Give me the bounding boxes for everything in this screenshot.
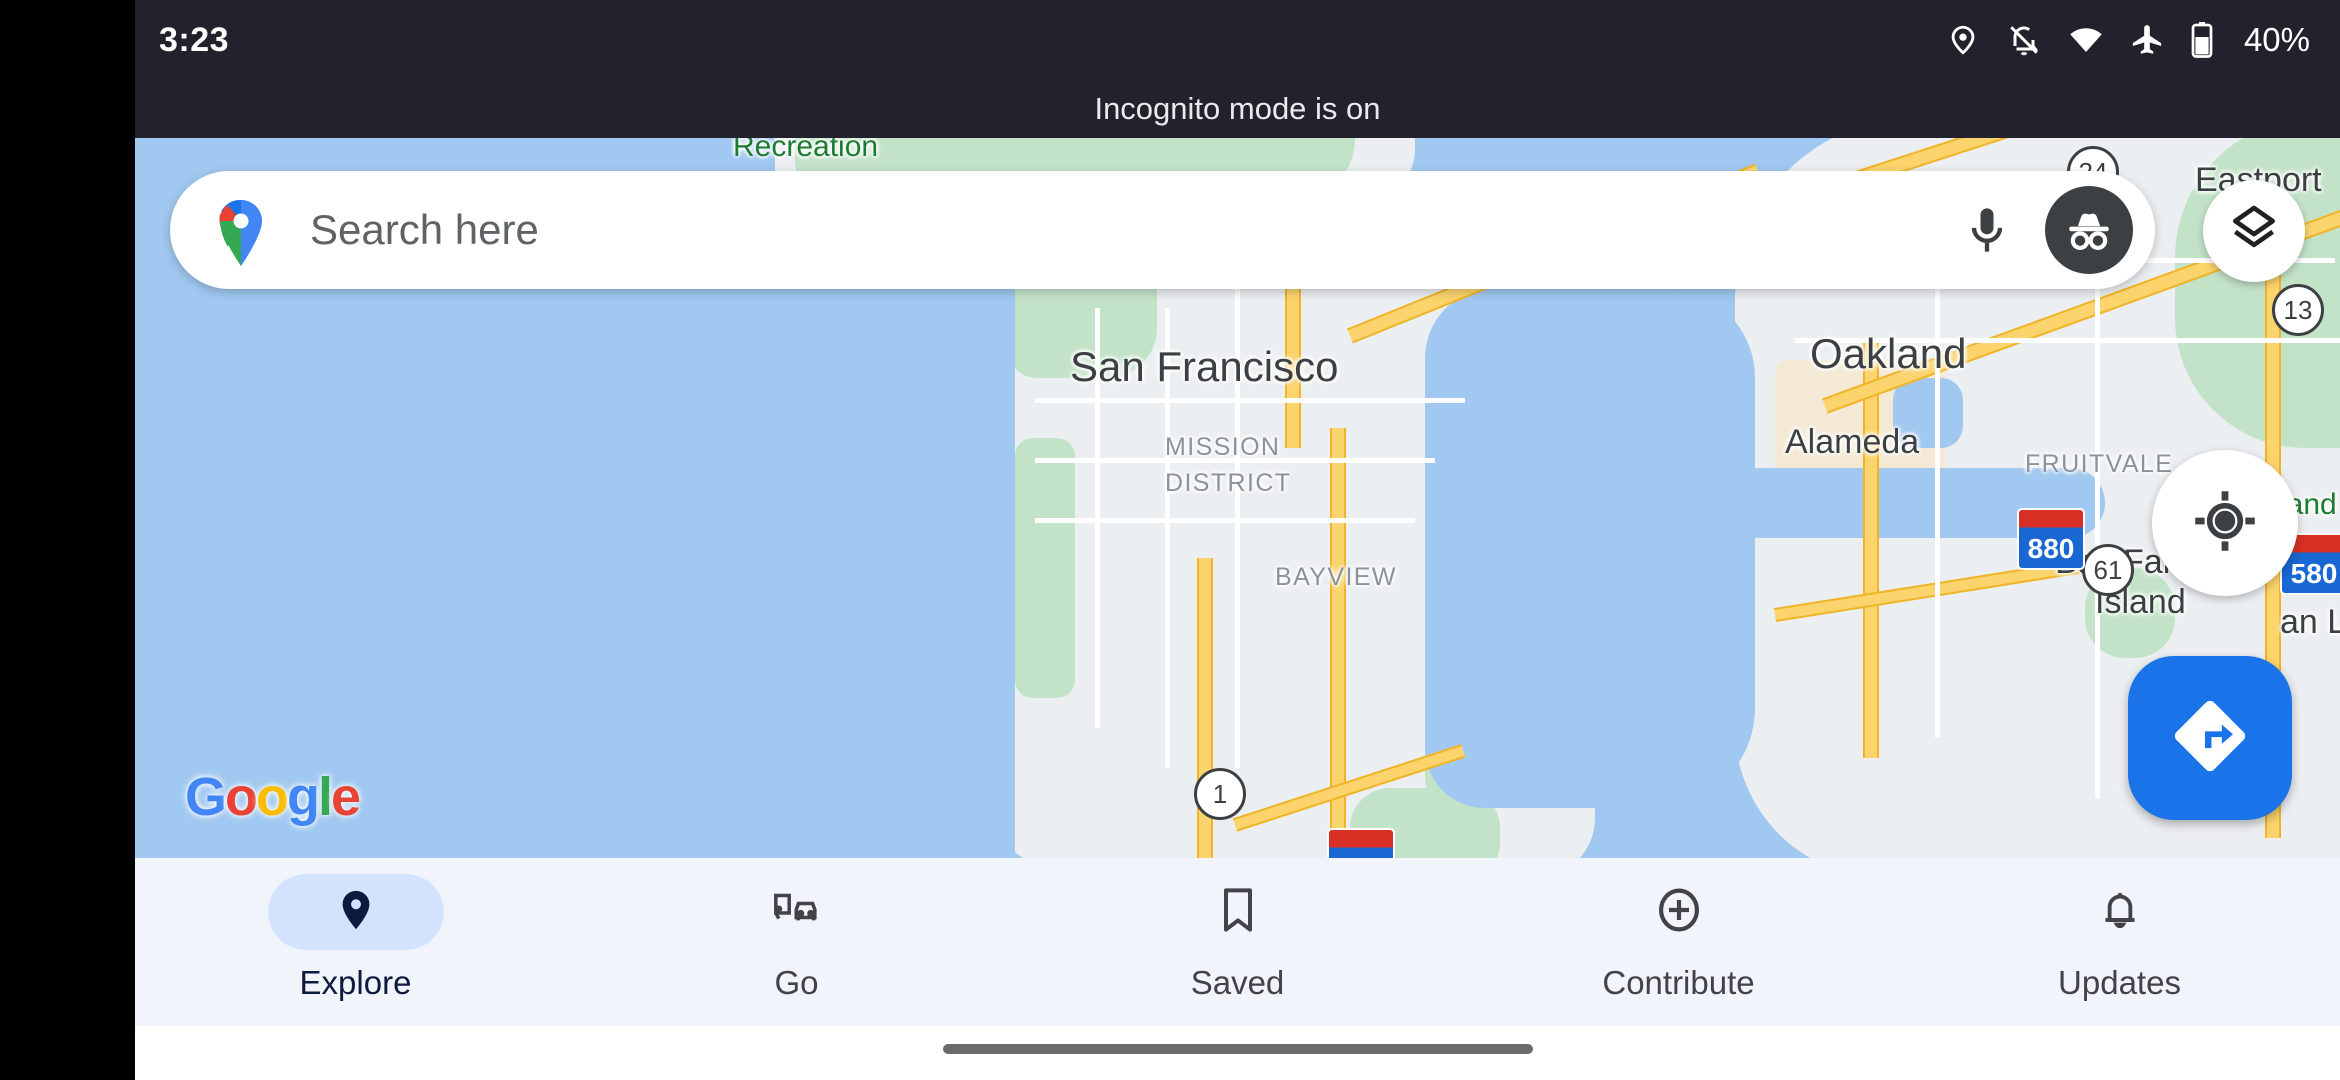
phone-viewport: 3:23 40% Incognito mode is on Recreation… [135,0,2340,1080]
water-pacific [735,198,1015,858]
nav-icon-pill [2032,874,2208,950]
nav-tab-go[interactable]: Go [576,858,1017,1002]
battery-percentage: 40% [2243,21,2310,58]
nav-tab-label: Contribute [1602,964,1755,1001]
notifications-muted-icon [2006,22,2042,58]
map-label: DISTRICT [1165,469,1292,497]
park-golden-gate [1015,438,1075,698]
status-icon-tray: 40% [1946,21,2310,59]
nav-icon-pill [267,874,444,950]
bottom-navigation-bar: Explore Go Saved Contribute Updates [135,858,2340,1026]
home-gesture-bar[interactable] [942,1044,1533,1054]
nav-tab-explore[interactable]: Explore [135,858,576,1002]
water-bay-center [1425,288,1755,808]
search-input[interactable]: Search here [310,206,1947,254]
street-grid-c [1035,518,1415,523]
directions-button[interactable] [2128,656,2292,820]
nav-tab-label: Saved [1190,964,1285,1001]
directions-arrow-icon [2167,693,2253,784]
map-label: FRUITVALE [2025,450,2174,478]
commute-icon [771,887,823,938]
nav-tab-updates[interactable]: Updates [1899,858,2340,1002]
plus-circle-icon [1654,885,1704,940]
map-canvas[interactable]: RecreationFISHERMAN'SWHARFCHINATOWNSan F… [135,138,2340,858]
search-bar[interactable]: Search here [170,171,2155,289]
map-label: Alameda [1785,423,1920,461]
map-label: BAYVIEW [1275,563,1397,591]
map-pin-icon [333,887,379,938]
my-location-crosshair-icon [2191,487,2259,560]
bell-icon [2097,885,2143,940]
device-bezel-left [0,0,135,1080]
map-label: San Francisco [1070,343,1339,390]
nav-icon-pill [709,874,885,950]
status-bar: 3:23 40% [135,0,2340,80]
status-clock: 3:23 [159,20,230,59]
google-maps-pin-icon [210,194,272,266]
layers-icon [2226,201,2282,262]
nav-tab-label: Explore [299,964,412,1001]
location-pin-icon [1946,23,1980,57]
route-shield: 61 [2082,544,2134,596]
google-watermark: Google [185,767,361,827]
incognito-banner: Incognito mode is on [135,80,2340,138]
incognito-banner-text: Incognito mode is on [1094,91,1381,126]
interstate-shield: 880 [2017,508,2085,570]
bookmark-icon [1217,886,1259,939]
incognito-avatar-icon[interactable] [2045,186,2133,274]
nav-tab-label: Updates [2058,964,2181,1001]
nav-tab-saved[interactable]: Saved [1017,858,1458,1002]
map-label: an L [2280,603,2340,641]
route-shield: 1 [1194,768,1246,820]
layers-button[interactable] [2203,180,2305,282]
route-shield: 13 [2272,284,2324,336]
interstate-shield: 280 [1327,828,1395,858]
wifi-icon [2068,22,2104,58]
nav-icon-pill [1150,874,1326,950]
map-label: MISSION [1165,433,1281,461]
road-i880 [1863,338,1879,758]
screen: 3:23 40% Incognito mode is on Recreation… [0,0,2340,1080]
airplane-mode-icon [2130,23,2164,57]
nav-icon-pill [1591,874,1767,950]
map-label: Recreation [733,138,879,163]
battery-icon [2190,22,2214,58]
gesture-nav-area [135,1026,2340,1080]
nav-tab-label: Go [774,964,819,1001]
microphone-icon[interactable] [1947,190,2027,270]
my-location-button[interactable] [2152,450,2298,596]
map-label: Oakland [1810,330,1967,377]
nav-tab-contribute[interactable]: Contribute [1458,858,1899,1002]
